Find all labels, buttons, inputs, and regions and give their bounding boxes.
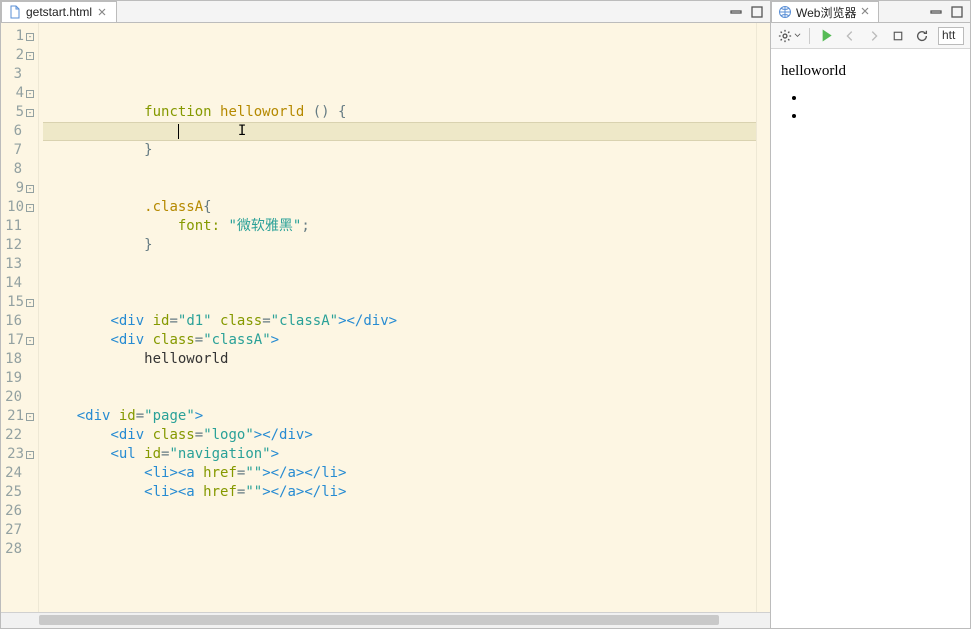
maximize-icon[interactable]: [750, 5, 764, 19]
url-input[interactable]: htt: [938, 27, 964, 45]
browser-toolbar: htt: [771, 23, 970, 49]
list-item: [807, 108, 960, 126]
chevron-down-icon: [794, 28, 801, 43]
back-icon[interactable]: [842, 28, 858, 44]
close-icon[interactable]: [860, 5, 870, 19]
browser-panel: Web浏览器 htt hellow: [771, 1, 970, 628]
scrollbar-thumb[interactable]: [39, 615, 719, 625]
browser-tab-label: Web浏览器: [796, 4, 856, 21]
browser-tabbar: Web浏览器: [771, 1, 970, 23]
editor-tab[interactable]: getstart.html: [1, 1, 117, 22]
editor-panel: getstart.html 1-2-34-5-6789-10-111213141…: [1, 1, 771, 628]
editor-window-controls: [729, 1, 770, 22]
list-item: [807, 90, 960, 108]
maximize-icon[interactable]: [950, 5, 964, 19]
editor-tabbar: getstart.html: [1, 1, 770, 23]
minimize-icon[interactable]: [729, 5, 743, 19]
editor-tab-label: getstart.html: [26, 5, 92, 19]
code-editor[interactable]: 1-2-34-5-6789-10-1112131415-1617-1819202…: [1, 23, 770, 612]
overview-ruler: [756, 23, 770, 612]
browser-tab[interactable]: Web浏览器: [771, 1, 879, 22]
globe-icon: [778, 5, 792, 19]
code-area[interactable]: </span><span class="txt">hellohbuilder</…: [39, 23, 756, 612]
file-icon: [8, 5, 22, 19]
minimize-icon[interactable]: [929, 5, 943, 19]
stop-icon[interactable]: [890, 28, 906, 44]
refresh-icon[interactable]: [914, 28, 930, 44]
horizontal-scrollbar[interactable]: [1, 612, 770, 628]
browser-viewport: helloworld: [771, 49, 970, 628]
browser-window-controls: [929, 1, 970, 22]
run-icon[interactable]: [818, 28, 834, 44]
page-text: helloworld: [781, 63, 960, 80]
page-list: [807, 90, 960, 126]
gear-icon: [777, 28, 793, 44]
close-icon[interactable]: [96, 6, 108, 18]
forward-icon[interactable]: [866, 28, 882, 44]
line-number-gutter: 1-2-34-5-6789-10-1112131415-1617-1819202…: [1, 23, 39, 612]
settings-menu[interactable]: [777, 28, 801, 44]
